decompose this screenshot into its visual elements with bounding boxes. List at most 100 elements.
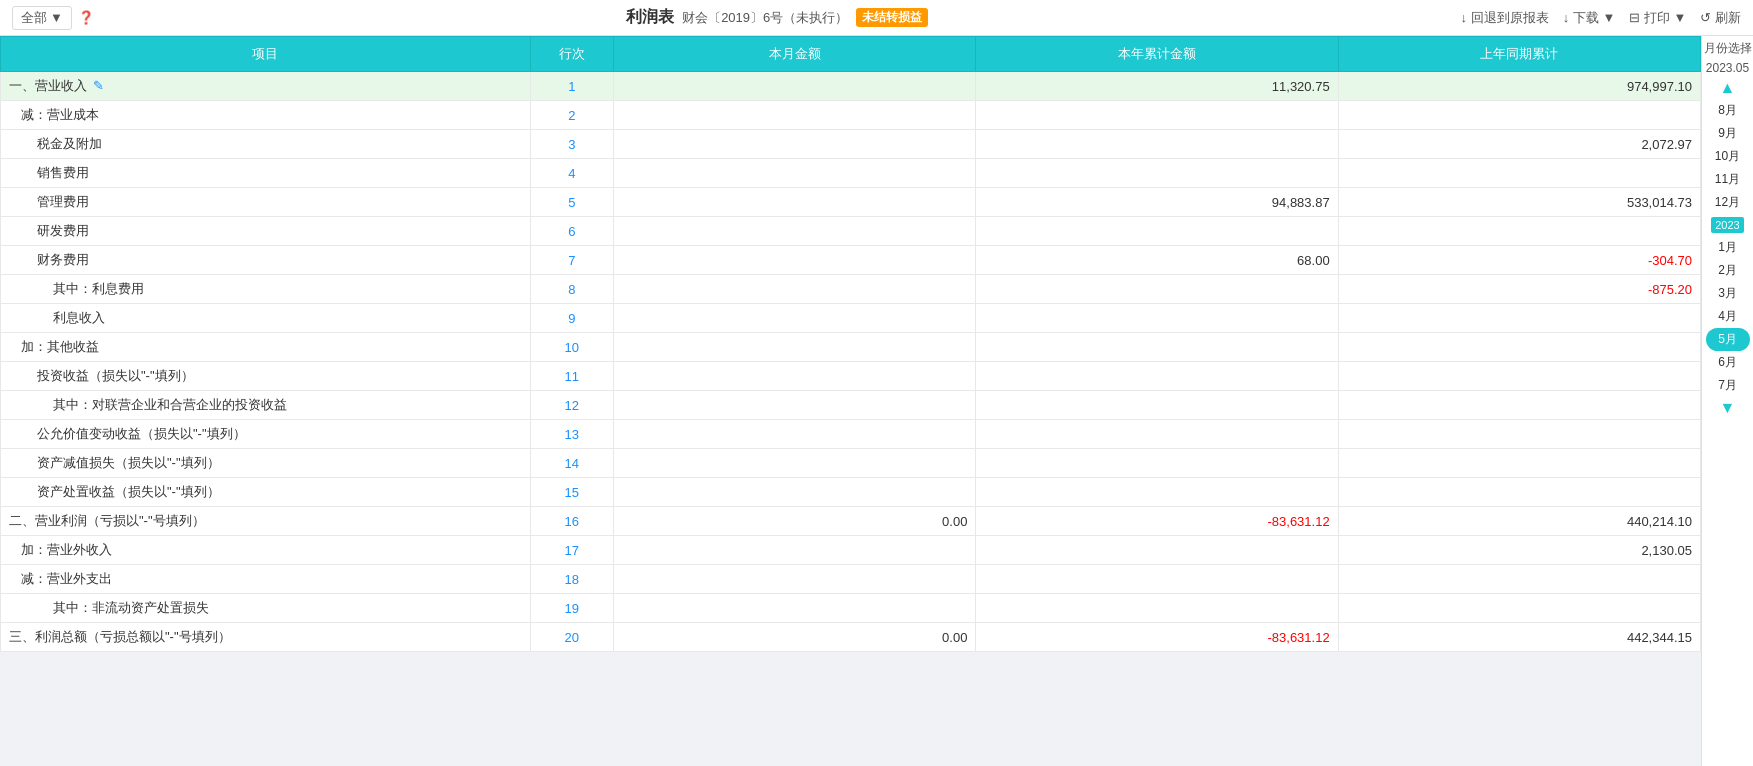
table-row: 其中：非流动资产处置损失19 xyxy=(1,594,1701,623)
monthly-cell xyxy=(614,333,976,362)
status-badge: 未结转损益 xyxy=(856,8,928,27)
month-2[interactable]: 2月 xyxy=(1706,259,1750,282)
monthly-cell xyxy=(614,362,976,391)
month-9[interactable]: 9月 xyxy=(1706,122,1750,145)
prev-year-cell: 2,072.97 xyxy=(1338,130,1700,159)
item-cell: 管理费用 xyxy=(1,188,531,217)
item-cell: 其中：非流动资产处置损失 xyxy=(1,594,531,623)
item-cell: 其中：利息费用 xyxy=(1,275,531,304)
table-row: 其中：对联营企业和合营企业的投资收益12 xyxy=(1,391,1701,420)
yearly-cell xyxy=(976,420,1338,449)
yearly-cell: 68.00 xyxy=(976,246,1338,275)
dropdown-button[interactable]: 全部 ▼ xyxy=(12,6,72,30)
row-num-cell: 17 xyxy=(530,536,614,565)
table-row: 三、利润总额（亏损总额以"-"号填列）200.00-83,631.12442,3… xyxy=(1,623,1701,652)
row-num-cell: 10 xyxy=(530,333,614,362)
month-7[interactable]: 7月 xyxy=(1706,374,1750,397)
row-num-cell: 18 xyxy=(530,565,614,594)
monthly-cell xyxy=(614,304,976,333)
month-6[interactable]: 6月 xyxy=(1706,351,1750,374)
monthly-cell xyxy=(614,478,976,507)
return-original-button[interactable]: ↓ 回退到原报表 xyxy=(1461,9,1549,27)
table-container: 项目 行次 本月金额 本年累计金额 上年同期累计 一、营业收入✎1 11,320.… xyxy=(0,36,1701,652)
row-num-cell: 3 xyxy=(530,130,614,159)
help-icon[interactable]: ❓ xyxy=(78,10,94,25)
month-1[interactable]: 1月 xyxy=(1706,236,1750,259)
item-cell: 一、营业收入✎ xyxy=(1,72,531,101)
prev-year-cell: 440,214.10 xyxy=(1338,507,1700,536)
table-row: 公允价值变动收益（损失以"-"填列）13 xyxy=(1,420,1701,449)
item-cell: 研发费用 xyxy=(1,217,531,246)
item-cell: 资产减值损失（损失以"-"填列） xyxy=(1,449,531,478)
table-header: 项目 行次 本月金额 本年累计金额 上年同期累计 xyxy=(1,37,1701,72)
yearly-cell xyxy=(976,217,1338,246)
yearly-cell xyxy=(976,304,1338,333)
item-cell: 公允价值变动收益（损失以"-"填列） xyxy=(1,420,531,449)
monthly-cell xyxy=(614,536,976,565)
monthly-cell xyxy=(614,420,976,449)
monthly-cell xyxy=(614,565,976,594)
item-cell: 加：营业外收入 xyxy=(1,536,531,565)
monthly-cell xyxy=(614,275,976,304)
table-row: 资产减值损失（损失以"-"填列）14 xyxy=(1,449,1701,478)
item-cell: 资产处置收益（损失以"-"填列） xyxy=(1,478,531,507)
month-5[interactable]: 5月 xyxy=(1706,328,1750,351)
table-row: 财务费用7 68.00-304.70 xyxy=(1,246,1701,275)
nav-up-icon[interactable]: ▲ xyxy=(1718,77,1738,99)
yearly-cell xyxy=(976,275,1338,304)
edit-icon[interactable]: ✎ xyxy=(93,78,104,93)
prev-year-cell xyxy=(1338,304,1700,333)
col-header-item: 项目 xyxy=(1,37,531,72)
row-num-cell: 1 xyxy=(530,72,614,101)
month-11[interactable]: 11月 xyxy=(1706,168,1750,191)
item-cell: 财务费用 xyxy=(1,246,531,275)
prev-year-cell xyxy=(1338,101,1700,130)
nav-down-icon[interactable]: ▼ xyxy=(1718,397,1738,419)
prev-year-cell xyxy=(1338,159,1700,188)
row-num-cell: 13 xyxy=(530,420,614,449)
prev-year-cell xyxy=(1338,217,1700,246)
month-10[interactable]: 10月 xyxy=(1706,145,1750,168)
table-row: 加：其他收益10 xyxy=(1,333,1701,362)
month-3[interactable]: 3月 xyxy=(1706,282,1750,305)
item-cell: 加：其他收益 xyxy=(1,333,531,362)
col-header-row: 行次 xyxy=(530,37,614,72)
row-num-cell: 20 xyxy=(530,623,614,652)
download-button[interactable]: ↓ 下载 ▼ xyxy=(1563,9,1616,27)
monthly-cell: 0.00 xyxy=(614,623,976,652)
item-cell: 减：营业成本 xyxy=(1,101,531,130)
yearly-cell: -83,631.12 xyxy=(976,623,1338,652)
table-row: 利息收入9 xyxy=(1,304,1701,333)
yearly-cell xyxy=(976,536,1338,565)
month-12[interactable]: 12月 xyxy=(1706,191,1750,214)
refresh-button[interactable]: ↺ 刷新 xyxy=(1700,9,1741,27)
row-num-cell: 14 xyxy=(530,449,614,478)
prev-year-cell xyxy=(1338,565,1700,594)
month-4[interactable]: 4月 xyxy=(1706,305,1750,328)
prev-year-cell: -875.20 xyxy=(1338,275,1700,304)
item-cell: 二、营业利润（亏损以"-"号填列） xyxy=(1,507,531,536)
monthly-cell xyxy=(614,594,976,623)
yearly-cell xyxy=(976,478,1338,507)
item-cell: 利息收入 xyxy=(1,304,531,333)
page-title: 利润表 xyxy=(626,7,674,28)
yearly-cell xyxy=(976,159,1338,188)
row-num-cell: 7 xyxy=(530,246,614,275)
month-8[interactable]: 8月 xyxy=(1706,99,1750,122)
yearly-cell xyxy=(976,101,1338,130)
table-row: 减：营业成本2 xyxy=(1,101,1701,130)
yearly-cell xyxy=(976,362,1338,391)
content-area: 项目 行次 本月金额 本年累计金额 上年同期累计 一、营业收入✎1 11,320.… xyxy=(0,36,1701,766)
table-row: 投资收益（损失以"-"填列）11 xyxy=(1,362,1701,391)
prev-year-cell xyxy=(1338,420,1700,449)
yearly-cell: 11,320.75 xyxy=(976,72,1338,101)
yearly-cell: 94,883.87 xyxy=(976,188,1338,217)
monthly-cell xyxy=(614,101,976,130)
print-button[interactable]: ⊟ 打印 ▼ xyxy=(1629,9,1686,27)
col-header-prev: 上年同期累计 xyxy=(1338,37,1700,72)
prev-year-cell: -304.70 xyxy=(1338,246,1700,275)
yearly-cell xyxy=(976,449,1338,478)
yearly-cell xyxy=(976,565,1338,594)
dropdown-label: 全部 xyxy=(21,9,47,27)
monthly-cell xyxy=(614,72,976,101)
